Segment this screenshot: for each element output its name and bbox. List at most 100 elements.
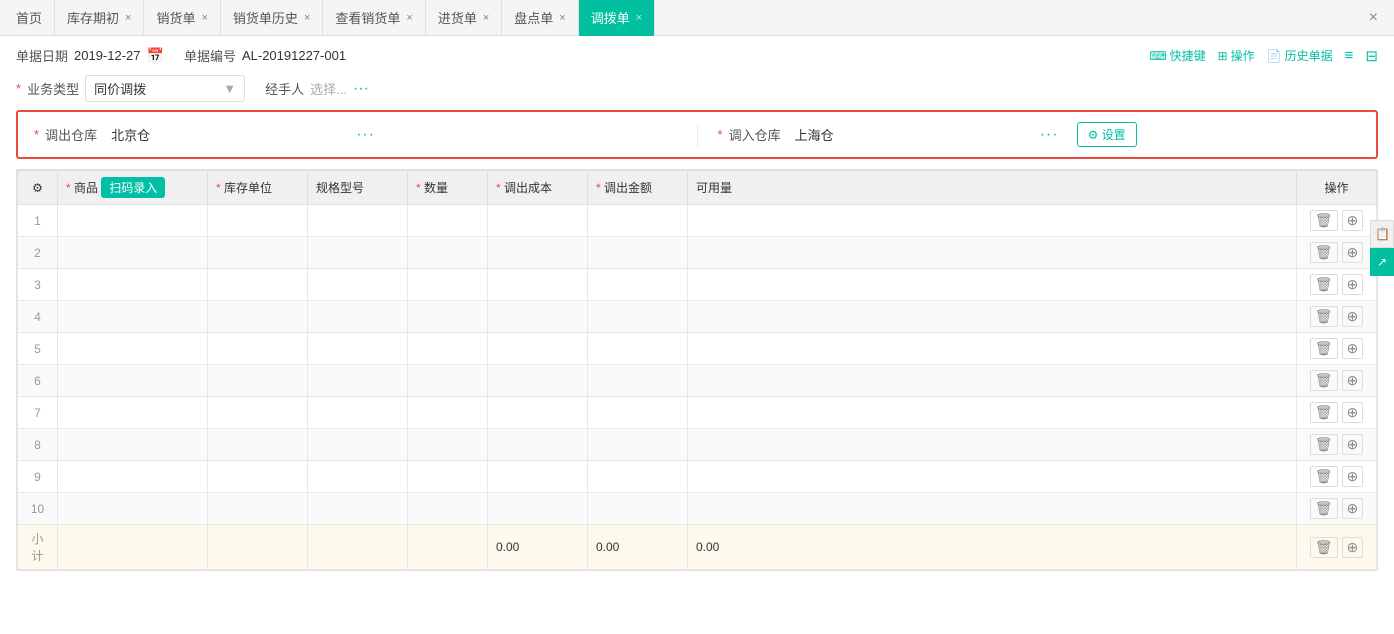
amount-cell[interactable] [588,429,688,461]
amount-cell[interactable] [588,365,688,397]
scan-button[interactable]: 扫码录入 [101,177,165,198]
copy-row-button[interactable]: ⊕ [1342,338,1364,359]
tab-transfer[interactable]: 调拨单 × [579,0,655,36]
unit-cell[interactable] [208,333,308,365]
operations-button[interactable]: ⊞ 操作 [1218,47,1255,64]
cost-cell[interactable] [488,365,588,397]
in-warehouse-more-button[interactable]: ··· [1040,126,1059,144]
qty-cell[interactable] [408,333,488,365]
goods-cell[interactable] [58,237,208,269]
copy-row-button[interactable]: ⊕ [1342,537,1364,558]
biz-type-select[interactable]: 同价调拨 ▼ [85,75,245,102]
tab-sales[interactable]: 销货单 × [144,0,220,36]
spec-cell[interactable] [308,397,408,429]
layout-icon-2[interactable]: ⊟ [1365,47,1378,65]
unit-cell[interactable] [208,237,308,269]
note-float-button[interactable]: 📋 [1370,220,1394,248]
cost-cell[interactable] [488,301,588,333]
goods-cell[interactable] [58,493,208,525]
cost-cell[interactable] [488,397,588,429]
unit-cell[interactable] [208,365,308,397]
spec-cell[interactable] [308,429,408,461]
copy-row-button[interactable]: ⊕ [1342,306,1364,327]
tab-sales-history[interactable]: 销货单历史 × [221,0,323,36]
delete-row-button[interactable]: 🗑 [1310,370,1338,391]
amount-cell[interactable] [588,269,688,301]
copy-row-button[interactable]: ⊕ [1342,434,1364,455]
amount-cell[interactable]: 0.00 [588,525,688,570]
copy-row-button[interactable]: ⊕ [1342,274,1364,295]
qty-cell[interactable] [408,493,488,525]
goods-cell[interactable] [58,301,208,333]
unit-cell[interactable] [208,461,308,493]
unit-cell[interactable] [208,525,308,570]
person-select[interactable]: 选择... [310,79,347,98]
person-more-button[interactable]: ··· [353,80,369,98]
goods-cell[interactable] [58,525,208,570]
delete-row-button[interactable]: 🗑 [1310,210,1338,231]
qty-cell[interactable] [408,429,488,461]
delete-row-button[interactable]: 🗑 [1310,466,1338,487]
amount-cell[interactable] [588,397,688,429]
amount-cell[interactable] [588,333,688,365]
goods-cell[interactable] [58,269,208,301]
goods-cell[interactable] [58,333,208,365]
delete-row-button[interactable]: 🗑 [1310,537,1338,558]
delete-row-button[interactable]: 🗑 [1310,434,1338,455]
qty-cell[interactable] [408,237,488,269]
window-close-button[interactable]: × [1357,9,1390,27]
delete-row-button[interactable]: 🗑 [1310,402,1338,423]
cost-cell[interactable] [488,429,588,461]
tab-purchase[interactable]: 进货单 × [426,0,502,36]
delete-row-button[interactable]: 🗑 [1310,274,1338,295]
amount-cell[interactable] [588,205,688,237]
quick-key-button[interactable]: ⌨ 快捷键 [1149,47,1205,64]
spec-cell[interactable] [308,461,408,493]
close-icon[interactable]: × [483,12,489,24]
history-doc-button[interactable]: 📄 历史单据 [1267,47,1333,64]
goods-cell[interactable] [58,205,208,237]
spec-cell[interactable] [308,269,408,301]
unit-cell[interactable] [208,301,308,333]
amount-cell[interactable] [588,461,688,493]
unit-cell[interactable] [208,429,308,461]
qty-cell[interactable] [408,205,488,237]
qty-cell[interactable] [408,525,488,570]
tab-inventory-init[interactable]: 库存期初 × [55,0,144,36]
spec-cell[interactable] [308,365,408,397]
close-icon[interactable]: × [304,12,310,24]
cost-cell[interactable] [488,237,588,269]
cost-cell[interactable] [488,493,588,525]
qty-cell[interactable] [408,397,488,429]
delete-row-button[interactable]: 🗑 [1310,338,1338,359]
cost-cell[interactable] [488,461,588,493]
unit-cell[interactable] [208,269,308,301]
unit-cell[interactable] [208,397,308,429]
tab-stocktake[interactable]: 盘点单 × [502,0,578,36]
amount-cell[interactable] [588,237,688,269]
goods-cell[interactable] [58,365,208,397]
settings-button[interactable]: ⚙ 设置 [1077,122,1137,147]
calendar-icon[interactable]: 📅 [147,47,164,64]
goods-cell[interactable] [58,397,208,429]
spec-cell[interactable] [308,525,408,570]
copy-row-button[interactable]: ⊕ [1342,210,1364,231]
tab-view-sales[interactable]: 查看销货单 × [323,0,425,36]
close-icon[interactable]: × [559,12,565,24]
unit-cell[interactable] [208,493,308,525]
layout-icon-1[interactable]: ≡ [1345,47,1354,64]
copy-row-button[interactable]: ⊕ [1342,402,1364,423]
out-warehouse-more-button[interactable]: ··· [356,126,375,144]
close-icon[interactable]: × [201,12,207,24]
copy-row-button[interactable]: ⊕ [1342,498,1364,519]
cost-cell[interactable]: 0.00 [488,525,588,570]
unit-cell[interactable] [208,205,308,237]
amount-cell[interactable] [588,493,688,525]
expand-float-button[interactable]: ↗ [1370,248,1394,276]
qty-cell[interactable] [408,365,488,397]
qty-cell[interactable] [408,461,488,493]
close-icon[interactable]: × [125,12,131,24]
spec-cell[interactable] [308,205,408,237]
qty-cell[interactable] [408,269,488,301]
close-icon[interactable]: × [636,12,642,24]
